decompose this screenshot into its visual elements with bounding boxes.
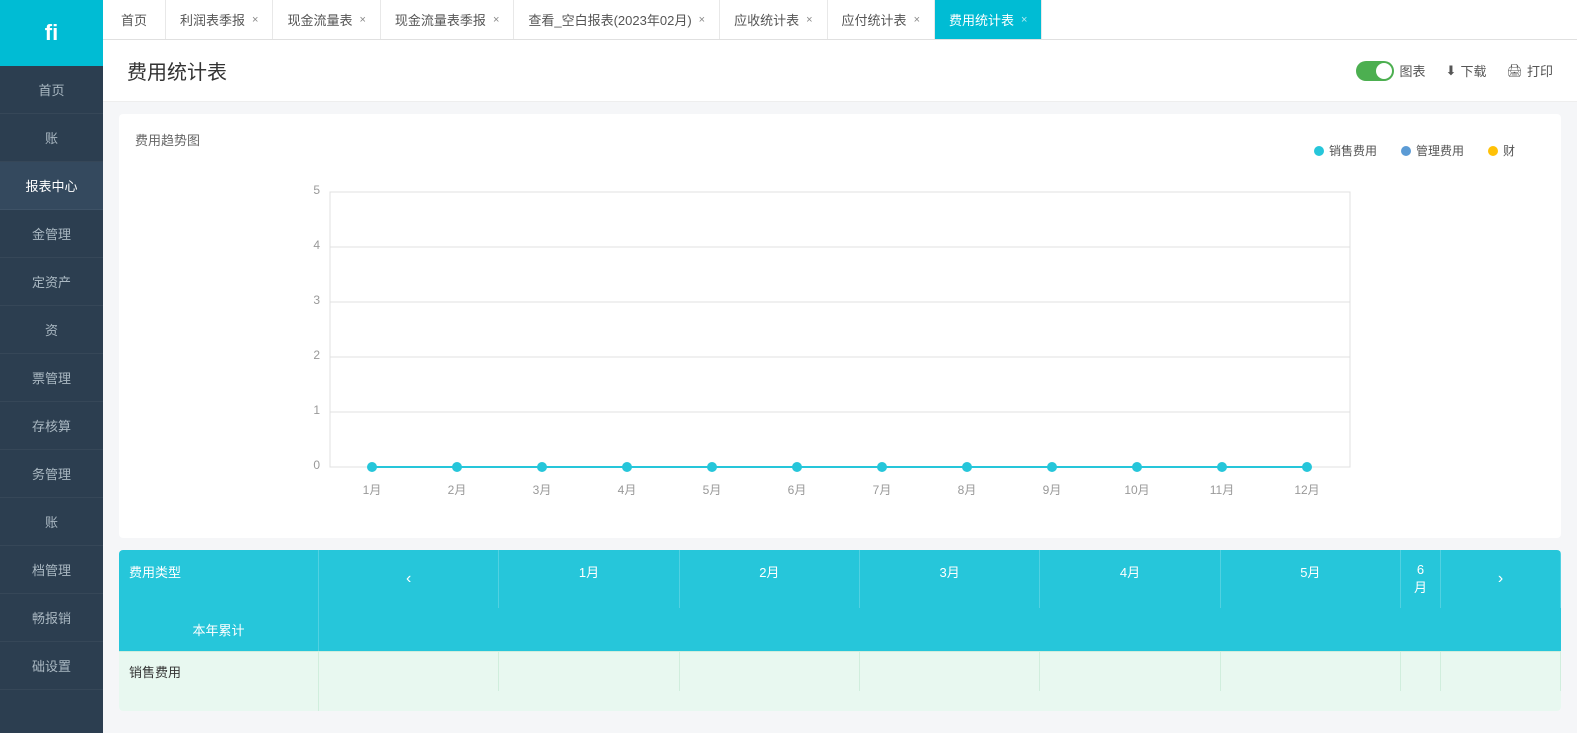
legend-dot-finance [1488, 146, 1498, 156]
svg-text:0: 0 [313, 458, 320, 472]
expense-table: 费用类型 ‹ 1月 2月 3月 4月 5月 6月 › 本年累计 销售费用 [119, 550, 1561, 711]
chart-svg: 0 1 2 3 4 5 1月 2月 [135, 159, 1545, 519]
sidebar-item-finance[interactable]: 金管理 [0, 210, 103, 258]
th-ytd: 本年累计 [119, 608, 319, 651]
download-icon: ⬇ [1446, 63, 1457, 79]
th-month-2: 2月 [680, 550, 860, 608]
sidebar-item-home[interactable]: 首页 [0, 66, 103, 114]
sidebar-item-invoice[interactable]: 票管理 [0, 354, 103, 402]
table-row: 销售费用 [119, 651, 1561, 711]
sidebar-item-assets[interactable]: 定资产 [0, 258, 103, 306]
svg-text:2月: 2月 [448, 483, 467, 497]
legend-dot-sales [1314, 146, 1324, 156]
td-sales-m5 [1221, 652, 1401, 691]
header-actions: 图表 ⬇ 下载 🖨 打印 [1356, 61, 1553, 81]
sidebar-item-settings[interactable]: 础设置 [0, 642, 103, 690]
tab-bar: 首页 利润表季报 × 现金流量表 × 现金流量表季报 × 查看_空白报表(202… [103, 0, 1577, 40]
page-header: 费用统计表 图表 ⬇ 下载 🖨 打印 [103, 40, 1577, 102]
svg-text:8月: 8月 [958, 483, 977, 497]
tab-close-profit-quarterly[interactable]: × [252, 14, 258, 26]
page-title: 费用统计表 [127, 56, 227, 85]
legend-label-admin: 管理费用 [1416, 142, 1464, 159]
sidebar-item-account[interactable]: 账 [0, 114, 103, 162]
tab-cashflow-quarterly[interactable]: 现金流量表季报 × [381, 0, 514, 39]
main-area: 首页 利润表季报 × 现金流量表 × 现金流量表季报 × 查看_空白报表(202… [103, 0, 1577, 733]
svg-text:12月: 12月 [1294, 483, 1319, 497]
sidebar: fi 首页 账 报表中心 金管理 定资产 资 票管理 存核算 务管理 账 档管理… [0, 0, 103, 733]
download-button[interactable]: ⬇ 下载 [1446, 61, 1487, 80]
tab-close-payable[interactable]: × [914, 14, 920, 26]
print-icon: 🖨 [1506, 63, 1523, 79]
sidebar-item-service[interactable]: 务管理 [0, 450, 103, 498]
svg-text:9月: 9月 [1043, 483, 1062, 497]
tab-close-cashflow[interactable]: × [359, 14, 365, 26]
td-sales-ytd [119, 691, 319, 711]
sidebar-logo: fi [0, 0, 103, 66]
page-area: 费用统计表 图表 ⬇ 下载 🖨 打印 费用趋势图 [103, 40, 1577, 733]
chart-toggle-group[interactable]: 图表 [1356, 61, 1426, 81]
legend-dot-admin [1401, 146, 1411, 156]
chart-toggle-label: 图表 [1400, 61, 1426, 80]
legend-label-finance: 财 [1503, 142, 1515, 159]
sidebar-item-ledger[interactable]: 账 [0, 498, 103, 546]
tab-blank-report[interactable]: 查看_空白报表(2023年02月) × [514, 0, 720, 39]
svg-text:4月: 4月 [618, 483, 637, 497]
print-button[interactable]: 🖨 打印 [1506, 61, 1553, 80]
legend-sales: 销售费用 [1314, 142, 1377, 159]
td-sales-nav [319, 652, 499, 691]
td-sales-m1 [499, 652, 679, 691]
legend-label-sales: 销售费用 [1329, 142, 1377, 159]
svg-text:5月: 5月 [703, 483, 722, 497]
th-month-5: 5月 [1221, 550, 1401, 608]
chart-svg-wrapper: 0 1 2 3 4 5 1月 2月 [135, 159, 1545, 522]
tab-close-blank-report[interactable]: × [699, 14, 705, 26]
svg-text:4: 4 [313, 238, 320, 252]
chart-section: 费用趋势图 销售费用 管理费用 财 [119, 114, 1561, 538]
legend-finance: 财 [1488, 142, 1515, 159]
tab-expense-stats[interactable]: 费用统计表 × [935, 0, 1042, 39]
table-header: 费用类型 ‹ 1月 2月 3月 4月 5月 6月 › 本年累计 [119, 550, 1561, 651]
th-month-4: 4月 [1040, 550, 1220, 608]
sidebar-item-capital[interactable]: 资 [0, 306, 103, 354]
tab-payable[interactable]: 应付统计表 × [828, 0, 935, 39]
sidebar-item-inventory[interactable]: 存核算 [0, 402, 103, 450]
legend-admin: 管理费用 [1401, 142, 1464, 159]
svg-text:3月: 3月 [533, 483, 552, 497]
tab-close-cashflow-quarterly[interactable]: × [493, 14, 499, 26]
td-sales-m2 [680, 652, 860, 691]
td-sales-nav2 [1441, 652, 1561, 691]
svg-text:11月: 11月 [1210, 483, 1234, 497]
th-type: 费用类型 [119, 550, 319, 608]
tab-home[interactable]: 首页 [103, 0, 166, 39]
th-nav-next[interactable]: › [1441, 550, 1561, 608]
svg-text:3: 3 [313, 293, 320, 307]
sidebar-item-archive[interactable]: 档管理 [0, 546, 103, 594]
svg-text:2: 2 [313, 348, 320, 362]
tab-close-expense-stats[interactable]: × [1021, 14, 1027, 26]
tab-profit-quarterly[interactable]: 利润表季报 × [166, 0, 273, 39]
td-sales-m3 [860, 652, 1040, 691]
svg-text:6月: 6月 [788, 483, 807, 497]
th-month-3: 3月 [860, 550, 1040, 608]
td-sales-m6 [1401, 652, 1441, 691]
svg-text:1: 1 [313, 403, 320, 417]
th-nav-prev[interactable]: ‹ [319, 550, 499, 608]
sidebar-item-expense[interactable]: 畅报销 [0, 594, 103, 642]
sidebar-item-reports[interactable]: 报表中心 [0, 162, 103, 210]
th-month-6: 6月 [1401, 550, 1441, 608]
td-sales-m4 [1040, 652, 1220, 691]
tab-cashflow[interactable]: 现金流量表 × [273, 0, 380, 39]
chart-toggle-switch[interactable] [1356, 61, 1394, 81]
td-type-sales: 销售费用 [119, 652, 319, 691]
svg-text:1月: 1月 [363, 483, 382, 497]
tab-close-receivable[interactable]: × [806, 14, 812, 26]
tab-receivable[interactable]: 应收统计表 × [720, 0, 827, 39]
svg-text:7月: 7月 [873, 483, 892, 497]
chart-legend: 销售费用 管理费用 财 [1314, 142, 1515, 159]
svg-text:5: 5 [313, 183, 320, 197]
th-month-1: 1月 [499, 550, 679, 608]
svg-text:10月: 10月 [1124, 483, 1149, 497]
